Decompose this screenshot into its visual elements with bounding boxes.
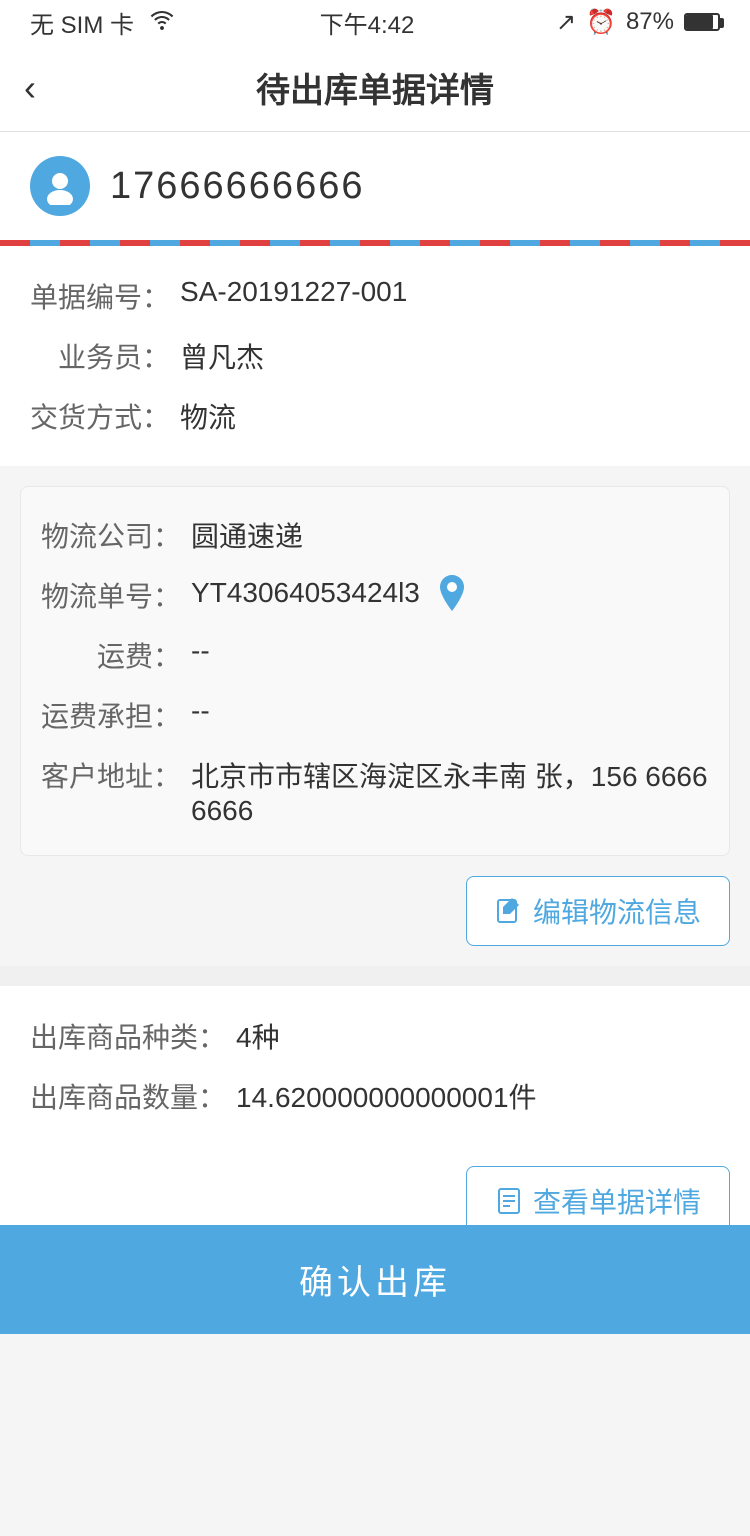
logistics-company-value: 圆通速递 (191, 515, 709, 555)
goods-qty-value: 14.620000000000001件 (236, 1076, 537, 1116)
goods-section: 出库商品种类： 4种 出库商品数量： 14.620000000000001件 (0, 986, 750, 1146)
document-icon (495, 1187, 523, 1215)
goods-qty-label: 出库商品数量： (30, 1076, 226, 1116)
status-right: ↗ ⏰ 87% (556, 8, 720, 37)
nav-bar: ‹ 待出库单据详情 (0, 44, 750, 132)
alarm-icon: ⏰ (586, 8, 616, 37)
location-arrow-icon: ↗ (556, 8, 576, 37)
confirm-btn-label: 确认出库 (299, 1264, 451, 1302)
status-left: 无 SIM 卡 (30, 5, 178, 40)
carrier-label: 无 SIM 卡 (30, 5, 134, 40)
goods-type-value: 4种 (236, 1016, 280, 1056)
basic-info-section: 单据编号： SA-20191227-001 业务员： 曾凡杰 交货方式： 物流 (0, 246, 750, 466)
doc-no-value: SA-20191227-001 (180, 276, 720, 308)
section-separator (0, 966, 750, 986)
logistics-card: 物流公司： 圆通速递 物流单号： YT43064053424l3 运费： -- … (20, 486, 730, 856)
page-title: 待出库单据详情 (256, 63, 494, 112)
tracking-value-container: YT43064053424l3 (191, 575, 709, 611)
back-button[interactable]: ‹ (24, 67, 36, 109)
phone-number: 17666666666 (110, 165, 364, 208)
goods-type-label: 出库商品种类： (30, 1016, 226, 1056)
doc-no-label: 单据编号： (30, 276, 170, 316)
avatar (30, 156, 90, 216)
address-label: 客户地址： (41, 755, 181, 795)
wifi-icon (146, 8, 178, 37)
freight-bear-row: 运费承担： -- (41, 695, 709, 735)
tracking-label: 物流单号： (41, 575, 181, 615)
freight-bear-value: -- (191, 695, 709, 727)
edit-logistics-label: 编辑物流信息 (533, 891, 701, 931)
delivery-value: 物流 (180, 396, 720, 436)
status-bar: 无 SIM 卡 下午4:42 ↗ ⏰ 87% (0, 0, 750, 44)
address-row: 客户地址： 北京市市辖区海淀区永丰南 张，156 6666 6666 (41, 755, 709, 827)
address-value: 北京市市辖区海淀区永丰南 张，156 6666 6666 (191, 755, 709, 827)
edit-icon (495, 897, 523, 925)
delivery-label: 交货方式： (30, 396, 170, 436)
battery-label: 87% (626, 8, 674, 36)
confirm-btn-area[interactable]: 确认出库 (0, 1225, 750, 1334)
freight-value: -- (191, 635, 709, 667)
logistics-company-label: 物流公司： (41, 515, 181, 555)
time-label: 下午4:42 (320, 5, 415, 40)
freight-label: 运费： (41, 635, 181, 675)
freight-row: 运费： -- (41, 635, 709, 675)
goods-qty-row: 出库商品数量： 14.620000000000001件 (30, 1076, 720, 1116)
salesman-value: 曾凡杰 (180, 336, 720, 376)
map-pin-icon[interactable] (434, 575, 470, 611)
battery-icon (684, 13, 720, 31)
tracking-number: YT43064053424l3 (191, 577, 420, 609)
goods-type-row: 出库商品种类： 4种 (30, 1016, 720, 1056)
header-section: 17666666666 (0, 132, 750, 240)
salesman-row: 业务员： 曾凡杰 (30, 336, 720, 376)
view-detail-label: 查看单据详情 (533, 1181, 701, 1221)
delivery-row: 交货方式： 物流 (30, 396, 720, 436)
freight-bear-label: 运费承担： (41, 695, 181, 735)
edit-logistics-button[interactable]: 编辑物流信息 (466, 876, 730, 946)
doc-no-row: 单据编号： SA-20191227-001 (30, 276, 720, 316)
tracking-row: 物流单号： YT43064053424l3 (41, 575, 709, 615)
salesman-label: 业务员： (30, 336, 170, 376)
edit-logistics-btn-area: 编辑物流信息 (0, 876, 750, 966)
logistics-company-row: 物流公司： 圆通速递 (41, 515, 709, 555)
